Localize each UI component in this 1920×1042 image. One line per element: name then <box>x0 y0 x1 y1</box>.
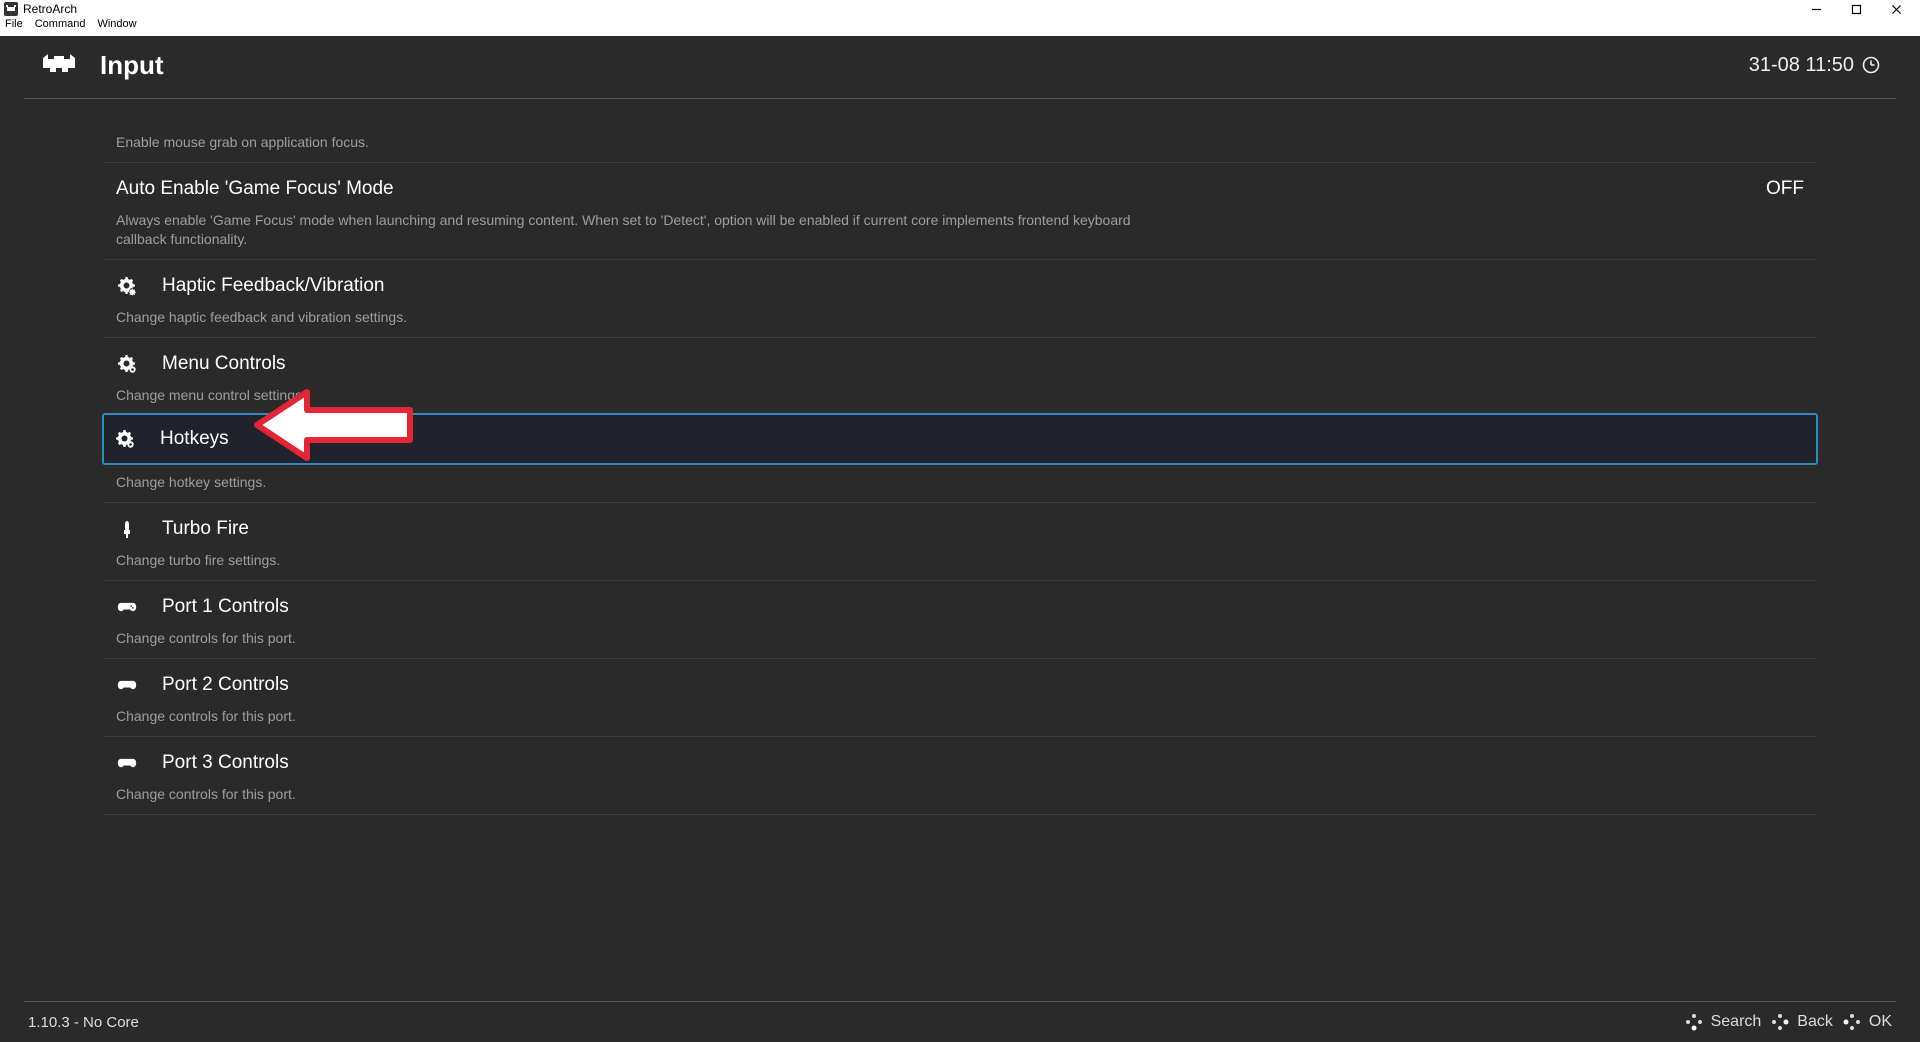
minimize-button[interactable] <box>1796 1 1836 17</box>
setting-label: Turbo Fire <box>162 518 249 540</box>
setting-label: Port 3 Controls <box>162 752 289 774</box>
menu-command[interactable]: Command <box>35 18 86 30</box>
setting-port3-controls[interactable]: Port 3 Controls Change controls for this… <box>104 737 1816 815</box>
setting-menu-controls[interactable]: Menu Controls Change menu control settin… <box>104 338 1816 416</box>
setting-turbo-fire[interactable]: Turbo Fire Change turbo fire settings. <box>104 503 1816 581</box>
page-title: Input <box>100 50 164 81</box>
setting-haptic-feedback[interactable]: Haptic Feedback/Vibration Change haptic … <box>104 260 1816 338</box>
turbo-icon <box>116 518 138 540</box>
setting-label: Auto Enable 'Game Focus' Mode <box>116 178 394 200</box>
window-titlebar: RetroArch <box>0 0 1920 18</box>
gear-sub-icon <box>116 353 138 375</box>
setting-automatic-mouse-grab[interactable]: Automatic Mouse Grab OFF Enable mouse gr… <box>104 99 1816 163</box>
window-title: RetroArch <box>23 2 77 16</box>
setting-desc: Enable mouse grab on application focus. <box>116 133 1176 152</box>
setting-label: Port 2 Controls <box>162 674 289 696</box>
version-text: 1.10.3 - No Core <box>28 1014 139 1031</box>
setting-label: Menu Controls <box>162 353 286 375</box>
app-viewport: Input 31-08 11:50 Automatic Mouse Grab O… <box>0 36 1920 1042</box>
setting-desc: Change controls for this port. <box>116 785 1176 804</box>
gamepad-icon <box>116 752 138 774</box>
dpad-icon <box>1843 1013 1861 1031</box>
setting-port2-controls[interactable]: Port 2 Controls Change controls for this… <box>104 659 1816 737</box>
footer-back-button[interactable]: Back <box>1771 1013 1833 1031</box>
setting-desc: Always enable 'Game Focus' mode when lau… <box>116 211 1176 249</box>
maximize-button[interactable] <box>1836 1 1876 17</box>
setting-hotkeys-desc-row: Change hotkey settings. <box>104 473 1816 503</box>
close-button[interactable] <box>1876 1 1916 17</box>
gear-sub-icon <box>116 275 138 297</box>
menu-file[interactable]: File <box>5 18 23 30</box>
setting-desc: Change haptic feedback and vibration set… <box>116 308 1176 327</box>
setting-label: Port 1 Controls <box>162 596 289 618</box>
footer-ok-button[interactable]: OK <box>1843 1013 1892 1031</box>
setting-hotkeys[interactable]: Hotkeys <box>102 413 1818 465</box>
retroarch-logo-icon <box>40 54 78 76</box>
setting-auto-game-focus[interactable]: Auto Enable 'Game Focus' Mode OFF Always… <box>104 163 1816 260</box>
setting-desc: Change hotkey settings. <box>116 473 1176 492</box>
gamepad-icon <box>116 596 138 618</box>
header-datetime: 31-08 11:50 <box>1749 54 1880 77</box>
footer-btn-label: Search <box>1711 1013 1762 1031</box>
datetime-text: 31-08 11:50 <box>1749 54 1854 77</box>
footer-btn-label: OK <box>1869 1013 1892 1031</box>
footer-search-button[interactable]: Search <box>1685 1013 1762 1031</box>
gamepad-icon <box>116 674 138 696</box>
clock-icon <box>1862 56 1880 74</box>
setting-desc: Change controls for this port. <box>116 707 1176 726</box>
setting-label: Hotkeys <box>160 428 229 450</box>
app-icon <box>4 2 18 16</box>
gear-sub-icon <box>114 428 136 450</box>
setting-value: OFF <box>1766 178 1804 200</box>
setting-desc: Change turbo fire settings. <box>116 551 1176 570</box>
setting-label: Haptic Feedback/Vibration <box>162 275 385 297</box>
app-footer: 1.10.3 - No Core Search Back OK <box>0 1002 1920 1042</box>
dpad-icon <box>1771 1013 1789 1031</box>
dpad-icon <box>1685 1013 1703 1031</box>
footer-btn-label: Back <box>1797 1013 1833 1031</box>
setting-desc: Change controls for this port. <box>116 629 1176 648</box>
app-header: Input 31-08 11:50 <box>0 36 1920 98</box>
window-menubar: File Command Window <box>0 18 1920 36</box>
setting-desc: Change menu control settings. <box>116 386 1176 405</box>
menu-window[interactable]: Window <box>97 18 136 30</box>
settings-list: Automatic Mouse Grab OFF Enable mouse gr… <box>0 99 1920 1001</box>
setting-port1-controls[interactable]: Port 1 Controls Change controls for this… <box>104 581 1816 659</box>
